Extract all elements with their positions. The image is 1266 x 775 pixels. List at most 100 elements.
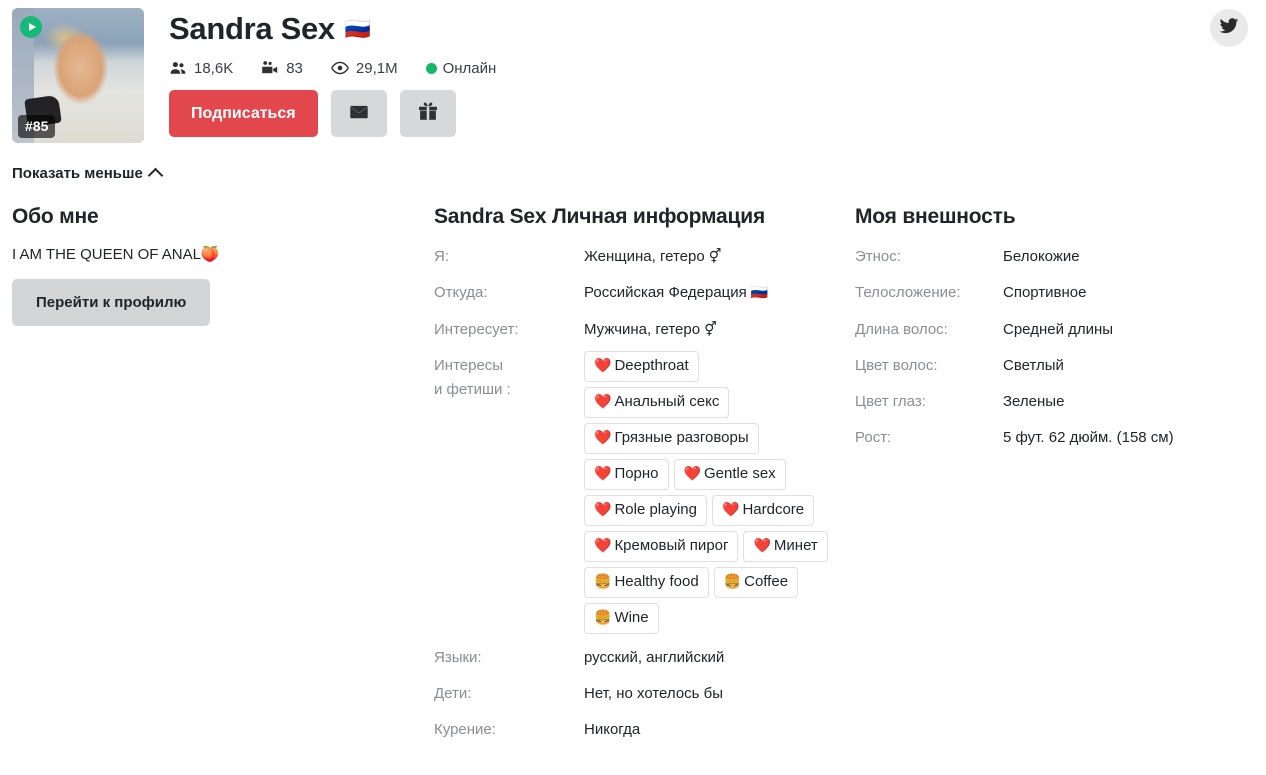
interests-label-line1: Интересы — [434, 356, 504, 374]
stat-views: 29,1M — [331, 59, 398, 77]
info-value: 5 фут. 62 дюйм. (158 см) — [1003, 429, 1174, 447]
heart-icon: ❤️ — [594, 536, 612, 553]
info-label: Я: — [434, 248, 449, 265]
interest-tag-label: Coffee — [744, 572, 789, 590]
play-icon[interactable] — [20, 16, 42, 38]
twitter-link[interactable] — [1210, 9, 1248, 47]
burger-icon: 🍔 — [594, 572, 612, 589]
info-label: Этнос: — [855, 248, 901, 265]
info-row-languages: Языки: русский, английский — [434, 646, 855, 670]
info-value: Женщина, гетеро ⚥ — [584, 245, 721, 269]
interest-tag[interactable]: ❤️ Минет — [743, 530, 828, 562]
subscribe-button[interactable]: Подписаться — [169, 90, 318, 138]
views-icon — [331, 59, 349, 77]
interest-tag[interactable]: ❤️ Кремовый пирог — [584, 530, 739, 562]
appearance-grid: Этнос: Белокожие Телосложение: Спортивно… — [855, 245, 1266, 451]
info-label: Телосложение: — [855, 284, 961, 302]
stat-followers-value: 18,6K — [194, 59, 234, 77]
interest-tag-label: Порно — [614, 464, 659, 482]
heart-icon: ❤️ — [594, 356, 612, 373]
videos-icon — [261, 59, 279, 77]
info-label: Дети: — [434, 685, 472, 703]
heart-icon: ❤️ — [753, 536, 771, 553]
appearance-column: Моя внешность Этнос: Белокожие Телосложе… — [855, 205, 1266, 755]
info-row-smoking: Курение: Никогда — [434, 718, 855, 742]
interest-tag-label: Кремовый пирог — [614, 536, 729, 554]
status-badge: Онлайн — [425, 59, 497, 77]
heart-icon: ❤️ — [683, 464, 701, 481]
interest-tag[interactable]: 🍔 Coffee — [713, 566, 799, 598]
country-flag-icon: 🇷🇺 — [750, 284, 769, 301]
info-label: Цвет волос: — [855, 356, 938, 374]
interest-tag[interactable]: ❤️ Role playing — [584, 494, 707, 526]
chevron-up-icon — [147, 167, 164, 183]
twitter-icon — [1219, 16, 1239, 41]
info-value-text: Мужчина, гетеро — [584, 320, 701, 338]
heart-icon: ❤️ — [594, 500, 612, 517]
info-label: Интересует: — [434, 320, 519, 338]
info-value: Мужчина, гетеро ⚥ — [584, 318, 717, 342]
personal-info-grid: Я: Женщина, гетеро ⚥ Откуда: Российская Ф… — [434, 245, 855, 743]
show-less-toggle[interactable]: Показать меньше — [12, 165, 164, 183]
avatar[interactable]: #85 — [12, 8, 144, 143]
info-label: Рост: — [855, 429, 892, 447]
heart-icon: ❤️ — [594, 464, 612, 481]
personal-info-title: Sandra Sex Личная информация — [434, 205, 765, 228]
info-value-text: Женщина, гетеро — [584, 248, 705, 265]
info-value: Спортивное — [1003, 284, 1087, 302]
profile-columns: Обо мне I AM THE QUEEN OF ANAL🍑 Перейти … — [0, 205, 1266, 755]
interests-tag-list: ❤️ Deepthroat ❤️ Анальный секс ❤️ Грязные р… — [584, 350, 834, 634]
interest-tag[interactable]: ❤️ Deepthroat — [584, 350, 699, 382]
interest-tag-label: Грязные разговоры — [614, 428, 749, 446]
play-triangle — [28, 23, 36, 31]
message-button[interactable] — [330, 90, 387, 138]
interest-tag[interactable]: ❤️ Грязные разговоры — [584, 422, 759, 454]
info-label: Курение: — [434, 721, 496, 739]
interest-tag[interactable]: ❤️ Hardcore — [712, 494, 815, 526]
interest-tag[interactable]: ❤️ Анальный секс — [584, 386, 730, 418]
info-row-hair-length: Длина волос: Средней длины — [855, 318, 1266, 342]
info-row-eye-color: Цвет глаз: Зеленые — [855, 390, 1266, 414]
stats-row: 18,6K 83 29,1M Онлайн — [169, 59, 496, 77]
info-row-body-type: Телосложение: Спортивное — [855, 281, 1266, 305]
interest-tag[interactable]: ❤️ Порно — [584, 458, 669, 490]
interest-tag[interactable]: 🍔 Wine — [584, 602, 659, 634]
about-column: Обо мне I AM THE QUEEN OF ANAL🍑 Перейти … — [12, 205, 434, 755]
interests-label: Интересы и фетиши : — [434, 354, 584, 403]
followers-icon — [169, 59, 187, 77]
online-label: Онлайн — [442, 59, 497, 77]
heart-icon: ❤️ — [722, 500, 740, 517]
info-value: Зеленые — [1003, 393, 1065, 411]
info-row-interested-in: Интересует: Мужчина, гетеро ⚥ — [434, 318, 855, 342]
show-less-label: Показать меньше — [12, 165, 143, 182]
rank-badge: #85 — [18, 115, 56, 138]
interests-label-line2: и фетиши : — [434, 381, 511, 399]
interest-tag[interactable]: 🍔 Healthy food — [584, 566, 709, 598]
info-row-height: Рост: 5 фут. 62 дюйм. (158 см) — [855, 426, 1266, 450]
info-value: русский, английский — [584, 648, 725, 666]
interest-tag-label: Hardcore — [742, 500, 805, 518]
info-label: Откуда: — [434, 284, 488, 302]
interest-tag-label: Gentle sex — [703, 464, 776, 482]
envelope-icon — [348, 101, 370, 126]
info-label: Языки: — [434, 648, 482, 666]
personal-info-column: Sandra Sex Личная информация Я: Женщина,… — [434, 205, 855, 755]
info-row-me: Я: Женщина, гетеро ⚥ — [434, 245, 855, 269]
interest-tag-label: Минет — [773, 536, 818, 554]
header-main: Sandra Sex 🇷🇺 18,6K 83 29,1M Онлайн Подп… — [144, 8, 496, 138]
info-value-text: Российская Федерация — [584, 284, 747, 302]
stat-videos: 83 — [261, 59, 303, 77]
interest-tag[interactable]: ❤️ Gentle sex — [673, 458, 786, 490]
gift-button[interactable] — [399, 90, 456, 138]
about-title: Обо мне — [12, 205, 99, 228]
action-buttons: Подписаться — [169, 90, 496, 138]
gender-symbol-icon: ⚥ — [708, 248, 722, 264]
go-to-profile-button[interactable]: Перейти к профилю — [12, 279, 211, 326]
heart-icon: ❤️ — [594, 428, 612, 445]
info-value: Средней длины — [1003, 320, 1114, 338]
interest-tag-label: Role playing — [614, 500, 697, 518]
info-value: Никогда — [584, 721, 641, 739]
country-flag-icon: 🇷🇺 — [344, 17, 372, 41]
stat-views-value: 29,1M — [355, 59, 398, 77]
appearance-title: Моя внешность — [855, 205, 1016, 228]
